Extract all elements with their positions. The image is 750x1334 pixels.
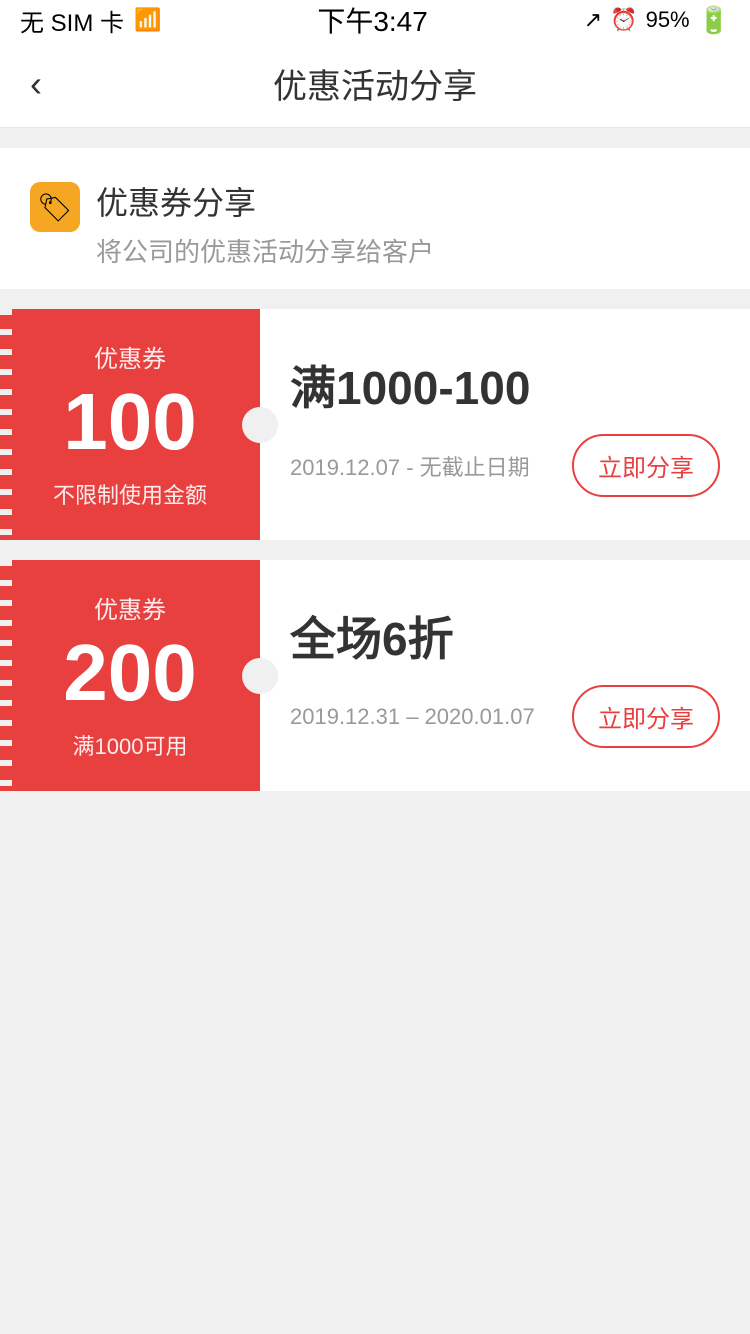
coupon-amount-1: 200 xyxy=(63,633,196,713)
coupon-card-1: 优惠券 200 满1000可用 全场6折 2019.12.31 – 2020.0… xyxy=(0,560,750,791)
coupon-title-0: 满1000-100 xyxy=(290,352,720,418)
coupon-meta-1: 2019.12.31 – 2020.01.07 立即分享 xyxy=(290,685,720,748)
battery-text: 95% xyxy=(646,7,690,33)
alarm-icon: ⏰ xyxy=(610,7,637,33)
status-right: ↗ ⏰ 95% 🔋 xyxy=(584,5,730,36)
empty-area xyxy=(0,811,750,1311)
back-button[interactable]: ‹ xyxy=(30,63,42,105)
coupon-date-1: 2019.12.31 – 2020.01.07 xyxy=(290,704,535,730)
section-icon: 🏷 xyxy=(30,182,80,232)
location-icon: ↗ xyxy=(584,7,602,33)
section-subtitle: 将公司的优惠活动分享给客户 xyxy=(96,232,434,269)
section-text: 优惠券分享 将公司的优惠活动分享给客户 xyxy=(96,178,434,269)
status-time: 下午3:47 xyxy=(317,0,428,40)
coupon-card-0: 优惠券 100 不限制使用金额 满1000-100 2019.12.07 - 无… xyxy=(0,309,750,540)
coupon-type-0: 优惠券 xyxy=(94,339,166,374)
share-button-1[interactable]: 立即分享 xyxy=(572,685,720,748)
coupon-meta-0: 2019.12.07 - 无截止日期 立即分享 xyxy=(290,434,720,497)
coupon-title-1: 全场6折 xyxy=(290,603,720,669)
coupon-date-0: 2019.12.07 - 无截止日期 xyxy=(290,450,530,482)
status-bar: 无 SIM 卡 📶 下午3:47 ↗ ⏰ 95% 🔋 xyxy=(0,0,750,40)
page-title: 优惠活动分享 xyxy=(273,59,477,108)
coupon-left-0: 优惠券 100 不限制使用金额 xyxy=(0,309,260,540)
coupon-right-0: 满1000-100 2019.12.07 - 无截止日期 立即分享 xyxy=(260,309,750,540)
coupon-type-1: 优惠券 xyxy=(94,590,166,625)
status-left: 无 SIM 卡 📶 xyxy=(20,3,161,38)
section-title: 优惠券分享 xyxy=(96,178,434,224)
coupon-right-1: 全场6折 2019.12.31 – 2020.01.07 立即分享 xyxy=(260,560,750,791)
coupon-condition-0: 不限制使用金额 xyxy=(53,478,207,510)
coupon-amount-0: 100 xyxy=(63,382,196,462)
carrier-text: 无 SIM 卡 xyxy=(20,3,124,38)
battery-icon: 🔋 xyxy=(698,5,730,36)
coupon-left-1: 优惠券 200 满1000可用 xyxy=(0,560,260,791)
coupon-condition-1: 满1000可用 xyxy=(73,729,188,761)
coupon-list: 优惠券 100 不限制使用金额 满1000-100 2019.12.07 - 无… xyxy=(0,289,750,811)
share-button-0[interactable]: 立即分享 xyxy=(572,434,720,497)
wifi-icon: 📶 xyxy=(134,7,161,33)
nav-bar: ‹ 优惠活动分享 xyxy=(0,40,750,128)
section-header: 🏷 优惠券分享 将公司的优惠活动分享给客户 xyxy=(0,148,750,289)
